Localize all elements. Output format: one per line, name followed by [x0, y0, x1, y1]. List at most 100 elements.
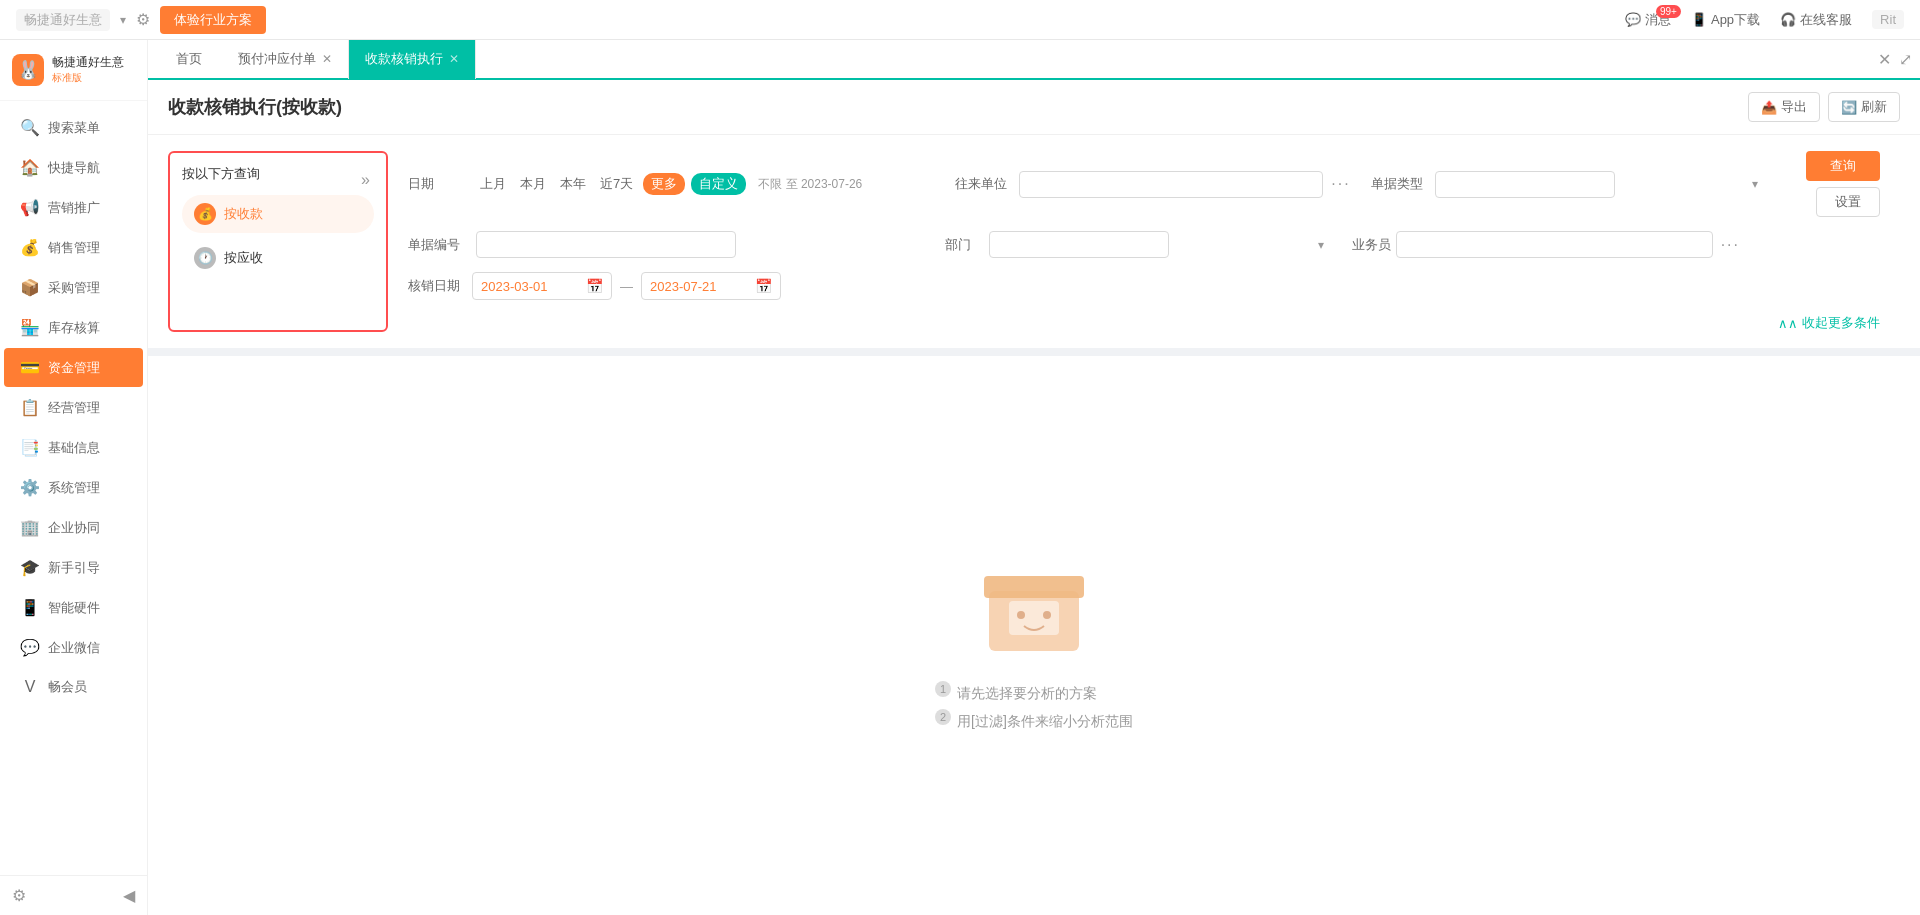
refresh-button[interactable]: 🔄 刷新 [1828, 92, 1900, 122]
sidebar-item-basic[interactable]: 📑 基础信息 [4, 428, 143, 467]
doctype-label: 单据类型 [1371, 175, 1427, 193]
svg-point-4 [1043, 611, 1051, 619]
tab-close-all-icon[interactable]: ✕ [1878, 50, 1891, 69]
dept-arrow-icon: ▾ [1318, 238, 1324, 252]
tab-prepay[interactable]: 预付冲应付单 ✕ [222, 40, 349, 79]
verifydate-start-input[interactable]: 2023-03-01 📅 [472, 272, 612, 300]
page-header-actions: 📤 导出 🔄 刷新 [1748, 92, 1900, 134]
sidebar-item-fund[interactable]: 💳 资金管理 [4, 348, 143, 387]
collapse-chevron-icon: ∧∧ [1778, 316, 1798, 331]
collapse-more-button[interactable]: ∧∧ 收起更多条件 [408, 314, 1880, 332]
settings-gear-icon[interactable]: ⚙ [136, 10, 150, 29]
sidebar-item-system[interactable]: ⚙️ 系统管理 [4, 468, 143, 507]
staff-input[interactable] [1396, 231, 1712, 258]
doctype-select[interactable] [1435, 171, 1615, 198]
sidebar: 🐰 畅捷通好生意 标准版 🔍 搜索菜单 🏠 快捷导航 📢 营销推广 💰 销售管理 [0, 40, 148, 915]
sidebar-label-search: 搜索菜单 [48, 119, 100, 137]
tab-home[interactable]: 首页 [156, 40, 222, 79]
tab-bar-right: ✕ ⤢ [1878, 50, 1912, 69]
bottom-settings-icon[interactable]: ⚙ [12, 886, 26, 905]
filter-panel-title: 按以下方查询 [182, 165, 260, 183]
sidebar-label-system: 系统管理 [48, 479, 100, 497]
sidebar-item-purchase[interactable]: 📦 采购管理 [4, 268, 143, 307]
main-layout: 🐰 畅捷通好生意 标准版 🔍 搜索菜单 🏠 快捷导航 📢 营销推广 💰 销售管理 [0, 40, 1920, 915]
sidebar-label-enterprise: 企业协同 [48, 519, 100, 537]
page-header: 收款核销执行(按收款) 📤 导出 🔄 刷新 [148, 80, 1920, 135]
sidebar-item-hardware[interactable]: 📱 智能硬件 [4, 588, 143, 627]
logo-text: 畅捷通好生意 [52, 55, 124, 71]
export-button[interactable]: 📤 导出 [1748, 92, 1820, 122]
collapse-more-section: ∧∧ 收起更多条件 [408, 314, 1880, 332]
sidebar-label-operations: 经营管理 [48, 399, 100, 417]
sidebar-item-quicknav[interactable]: 🏠 快捷导航 [4, 148, 143, 187]
date-btn-this-year[interactable]: 本年 [556, 173, 590, 195]
date-group: 上月 本月 本年 近7天 更多 自定义 [476, 173, 746, 195]
receivable-option-label: 按应收 [224, 249, 263, 267]
date-btn-more[interactable]: 更多 [643, 173, 685, 195]
verifydate-start-calendar-icon: 📅 [586, 278, 603, 294]
sidebar-item-search[interactable]: 🔍 搜索菜单 [4, 108, 143, 147]
date-btn-last-month[interactable]: 上月 [476, 173, 510, 195]
verifydate-range: 2023-03-01 📅 — 2023-07-21 📅 [472, 272, 781, 300]
home-icon: 🏠 [20, 158, 40, 177]
staff-dots-icon[interactable]: ··· [1721, 236, 1740, 254]
sidebar-label-basic: 基础信息 [48, 439, 100, 457]
counterpart-dots-icon[interactable]: ··· [1331, 175, 1350, 193]
sidebar-item-enterprise[interactable]: 🏢 企业协同 [4, 508, 143, 547]
sidebar-item-operations[interactable]: 📋 经营管理 [4, 388, 143, 427]
date-label: 日期 [408, 175, 468, 193]
empty-state: 1 请先选择要分析的方案 2 用[过滤]条件来缩小分析范围 [148, 356, 1920, 915]
counterpart-input[interactable] [1019, 171, 1323, 198]
tab-prepay-close[interactable]: ✕ [322, 52, 332, 66]
brand-dropdown-icon[interactable]: ▾ [120, 13, 126, 27]
docno-input[interactable] [476, 231, 736, 258]
message-icon: 💬 [1625, 12, 1641, 27]
sidebar-label-quicknav: 快捷导航 [48, 159, 100, 177]
search-icon: 🔍 [20, 118, 40, 137]
tab-receipt-close[interactable]: ✕ [449, 52, 459, 66]
sidebar-item-guide[interactable]: 🎓 新手引导 [4, 548, 143, 587]
sidebar-item-weixin[interactable]: 💬 企业微信 [4, 628, 143, 667]
sidebar-item-marketing[interactable]: 📢 营销推广 [4, 188, 143, 227]
sidebar-label-purchase: 采购管理 [48, 279, 100, 297]
sidebar-item-sales[interactable]: 💰 销售管理 [4, 228, 143, 267]
sidebar-item-inventory[interactable]: 🏪 库存核算 [4, 308, 143, 347]
online-service-label: 在线客服 [1800, 11, 1852, 29]
brand-name: 畅捷通好生意 [16, 9, 110, 31]
online-service-button[interactable]: 🎧 在线客服 [1780, 11, 1852, 29]
empty-illustration [964, 536, 1104, 659]
sidebar-collapse-icon[interactable]: ◀ [123, 886, 135, 905]
logo-icon: 🐰 [12, 54, 44, 86]
filter-actions: 查询 设置 [1806, 151, 1880, 217]
date-btn-7days[interactable]: 近7天 [596, 173, 637, 195]
dept-select[interactable] [989, 231, 1169, 258]
app-download-button[interactable]: 📱 App下载 [1691, 11, 1760, 29]
filter-collapse-icon[interactable]: » [357, 171, 374, 189]
filter-option-by-receipt[interactable]: 💰 按收款 [182, 195, 374, 233]
date-btn-this-month[interactable]: 本月 [516, 173, 550, 195]
svg-point-3 [1017, 611, 1025, 619]
filter-area: 按以下方查询 » 💰 按收款 🕐 按应收 [148, 135, 1920, 348]
verifydate-end-input[interactable]: 2023-07-21 📅 [641, 272, 781, 300]
solution-button[interactable]: 体验行业方案 [160, 6, 266, 34]
query-button[interactable]: 查询 [1806, 151, 1880, 181]
inventory-icon: 🏪 [20, 318, 40, 337]
staff-label: 业务员 [1352, 236, 1388, 254]
message-button[interactable]: 💬 消息 99+ [1625, 11, 1671, 29]
tab-receipt[interactable]: 收款核销执行 ✕ [349, 40, 476, 79]
tab-expand-icon[interactable]: ⤢ [1899, 50, 1912, 69]
date-btn-custom[interactable]: 自定义 [691, 173, 746, 195]
export-icon: 📤 [1761, 100, 1777, 115]
user-name: Rit [1872, 10, 1904, 29]
basic-icon: 📑 [20, 438, 40, 457]
system-icon: ⚙️ [20, 478, 40, 497]
filter-doctype-item: 单据类型 ▾ [1371, 171, 1766, 198]
setting-button[interactable]: 设置 [1816, 187, 1880, 217]
verifydate-end-calendar-icon: 📅 [755, 278, 772, 294]
filter-row-3: 核销日期 2023-03-01 📅 — 2023-07-21 📅 [408, 272, 1880, 300]
filter-option-by-receivable[interactable]: 🕐 按应收 [182, 239, 374, 277]
empty-step-1: 1 请先选择要分析的方案 [935, 679, 1133, 707]
service-icon: 🎧 [1780, 12, 1796, 27]
purchase-icon: 📦 [20, 278, 40, 297]
sidebar-item-vip[interactable]: V 畅会员 [4, 668, 143, 706]
